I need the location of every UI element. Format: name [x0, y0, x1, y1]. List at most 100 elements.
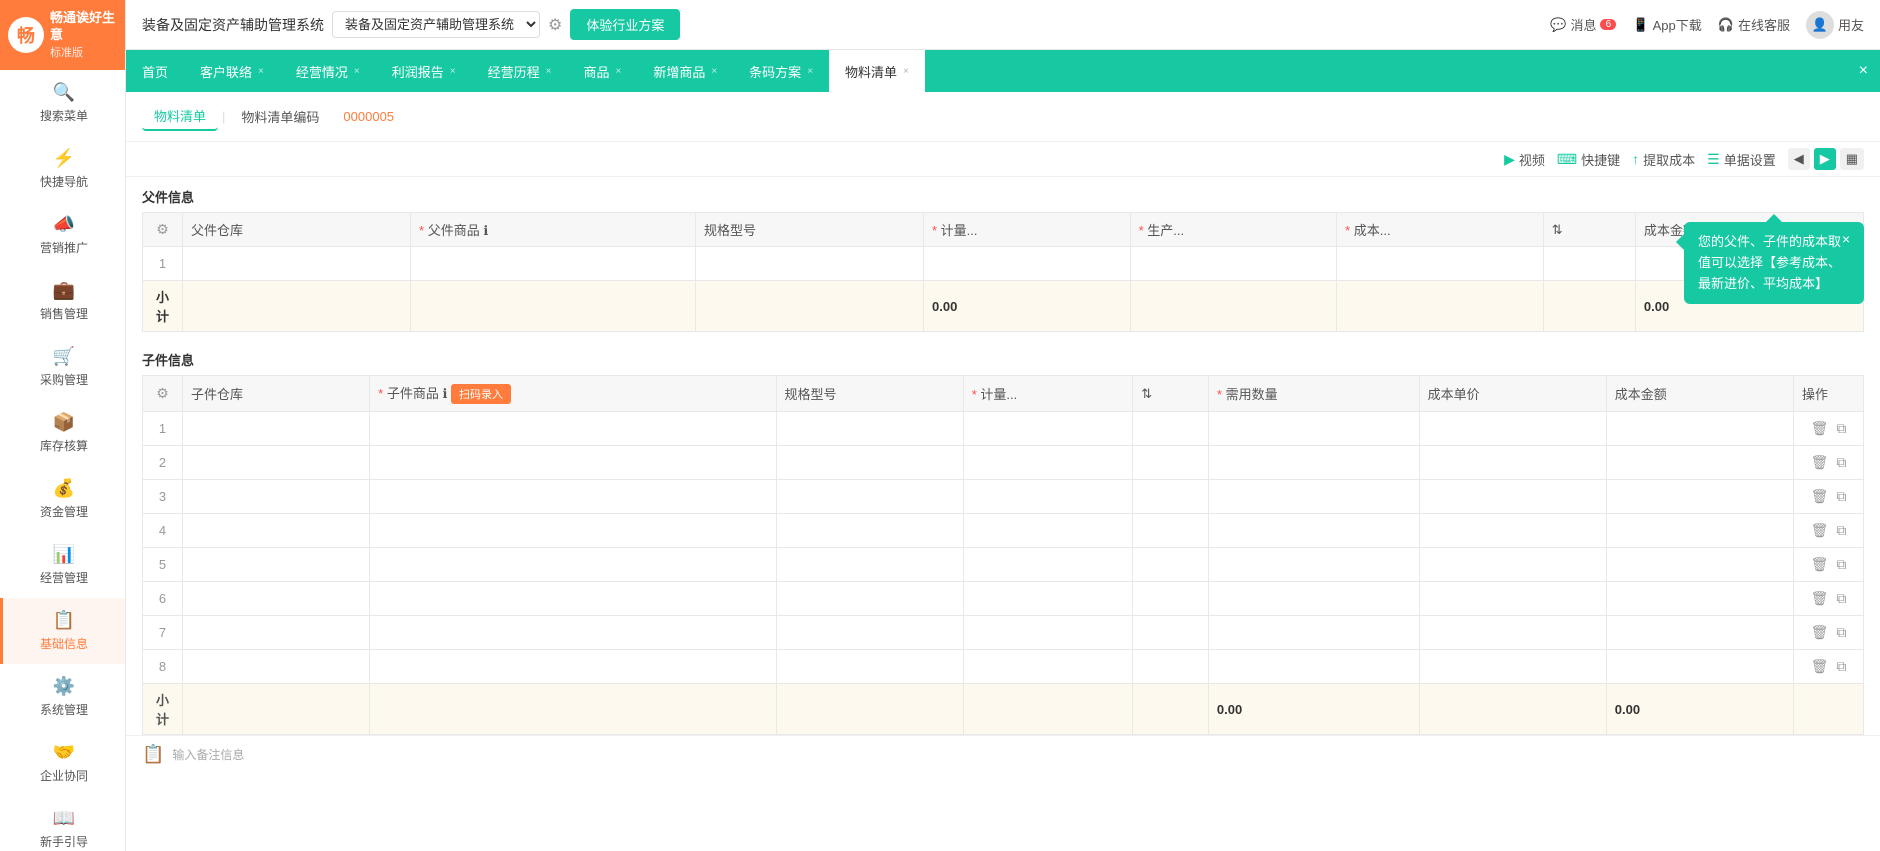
copy-icon-8[interactable]: ⧉ [1836, 658, 1846, 675]
tab-0[interactable]: 首页 [126, 50, 184, 92]
extract-cost-btn[interactable]: ↑ 提取成本 [1632, 150, 1695, 169]
child-row-goods-6[interactable] [370, 582, 776, 616]
sidebar-item-7[interactable]: 📊经营管理 [0, 532, 125, 598]
tab-close-7[interactable]: × [807, 66, 813, 77]
child-row-cost-amount-3[interactable] [1606, 480, 1793, 514]
sidebar-item-8[interactable]: 📋基础信息 [0, 598, 125, 664]
sidebar-item-0[interactable]: 🔍搜索菜单 [0, 70, 125, 136]
delete-icon-2[interactable]: 🗑 [1811, 454, 1829, 471]
child-row-qty-unit-6[interactable] [963, 582, 1133, 616]
copy-icon-1[interactable]: ⧉ [1836, 420, 1846, 437]
child-row-cost-unit-2[interactable] [1419, 446, 1606, 480]
delete-icon-4[interactable]: 🗑 [1811, 522, 1829, 539]
copy-icon-4[interactable]: ⧉ [1836, 522, 1846, 539]
child-row-goods-7[interactable] [370, 616, 776, 650]
app-download-item[interactable]: 📱 App下载 [1632, 15, 1701, 34]
child-row-cost-amount-1[interactable] [1606, 412, 1793, 446]
child-row-qty-unit-8[interactable] [963, 650, 1133, 684]
tab-5[interactable]: 商品× [567, 50, 637, 92]
child-row-cost-unit-5[interactable] [1419, 548, 1606, 582]
copy-icon-6[interactable]: ⧉ [1836, 590, 1846, 607]
child-row-warehouse-6[interactable] [183, 582, 370, 616]
tab-3[interactable]: 利润报告× [376, 50, 472, 92]
child-row-cost-unit-7[interactable] [1419, 616, 1606, 650]
sidebar-item-9[interactable]: ⚙️系统管理 [0, 664, 125, 730]
child-row-qty-unit-4[interactable] [963, 514, 1133, 548]
child-row-spec-5[interactable] [776, 548, 963, 582]
sidebar-item-2[interactable]: 📣营销推广 [0, 202, 125, 268]
copy-icon-5[interactable]: ⧉ [1836, 556, 1846, 573]
message-item[interactable]: 💬 消息 6 [1550, 15, 1616, 34]
tab-close-6[interactable]: × [711, 66, 717, 77]
child-row-goods-3[interactable] [370, 480, 776, 514]
tab-close-2[interactable]: × [354, 66, 360, 77]
child-row-needed-qty-1[interactable] [1208, 412, 1419, 446]
child-row-cost-amount-7[interactable] [1606, 616, 1793, 650]
delete-icon-7[interactable]: 🗑 [1811, 624, 1829, 641]
tab-close-5[interactable]: × [615, 66, 621, 77]
tooltip-close-btn[interactable]: × [1842, 232, 1850, 246]
child-row-goods-8[interactable] [370, 650, 776, 684]
child-row-cost-amount-6[interactable] [1606, 582, 1793, 616]
parent-row-warehouse[interactable] [183, 247, 411, 281]
child-row-warehouse-8[interactable] [183, 650, 370, 684]
video-btn[interactable]: ▶ 视频 [1504, 150, 1545, 169]
tab-2[interactable]: 经营情况× [280, 50, 376, 92]
child-row-spec-2[interactable] [776, 446, 963, 480]
child-row-warehouse-1[interactable] [183, 412, 370, 446]
child-row-goods-5[interactable] [370, 548, 776, 582]
child-row-qty-unit-2[interactable] [963, 446, 1133, 480]
parent-row-cost[interactable] [1337, 247, 1544, 281]
sidebar-item-10[interactable]: 🤝企业协同 [0, 730, 125, 796]
child-row-needed-qty-6[interactable] [1208, 582, 1419, 616]
tab-1[interactable]: 客户联络× [184, 50, 280, 92]
settings-icon[interactable]: ⚙ [548, 15, 562, 35]
child-row-spec-1[interactable] [776, 412, 963, 446]
child-row-spec-7[interactable] [776, 616, 963, 650]
delete-icon-8[interactable]: 🗑 [1811, 658, 1829, 675]
parent-row-produce[interactable] [1130, 247, 1337, 281]
copy-icon-7[interactable]: ⧉ [1836, 624, 1846, 641]
child-row-cost-unit-4[interactable] [1419, 514, 1606, 548]
tab-close-8[interactable]: × [903, 66, 909, 77]
delete-icon-3[interactable]: 🗑 [1811, 488, 1829, 505]
child-row-cost-unit-1[interactable] [1419, 412, 1606, 446]
delete-icon-6[interactable]: 🗑 [1811, 590, 1829, 607]
child-row-goods-2[interactable] [370, 446, 776, 480]
tab-bar-close[interactable]: × [1847, 62, 1880, 80]
parent-row-qty-unit[interactable] [924, 247, 1131, 281]
child-row-needed-qty-2[interactable] [1208, 446, 1419, 480]
tab-6[interactable]: 新增商品× [637, 50, 733, 92]
delete-icon-1[interactable]: 🗑 [1811, 420, 1829, 437]
child-row-cost-unit-6[interactable] [1419, 582, 1606, 616]
child-row-warehouse-5[interactable] [183, 548, 370, 582]
delete-icon-5[interactable]: 🗑 [1811, 556, 1829, 573]
sidebar-item-5[interactable]: 📦库存核算 [0, 400, 125, 466]
sub-tab-bom-code[interactable]: 物料清单编码 [229, 103, 331, 130]
child-row-cost-amount-2[interactable] [1606, 446, 1793, 480]
sidebar-item-3[interactable]: 💼销售管理 [0, 268, 125, 334]
child-row-needed-qty-4[interactable] [1208, 514, 1419, 548]
child-row-spec-6[interactable] [776, 582, 963, 616]
system-select[interactable]: 装备及固定资产辅助管理系统 [332, 11, 540, 38]
child-row-warehouse-4[interactable] [183, 514, 370, 548]
child-row-spec-3[interactable] [776, 480, 963, 514]
child-row-spec-4[interactable] [776, 514, 963, 548]
child-gear-btn[interactable]: ⚙ [156, 385, 169, 402]
tab-7[interactable]: 条码方案× [733, 50, 829, 92]
child-row-cost-unit-3[interactable] [1419, 480, 1606, 514]
sidebar-item-1[interactable]: ⚡快捷导航 [0, 136, 125, 202]
notes-placeholder[interactable]: 输入备注信息 [172, 746, 244, 763]
shortcut-btn[interactable]: ⌨ 快捷键 [1557, 150, 1620, 169]
parent-row-spec[interactable] [695, 247, 923, 281]
child-row-cost-unit-8[interactable] [1419, 650, 1606, 684]
child-row-warehouse-2[interactable] [183, 446, 370, 480]
child-row-goods-1[interactable] [370, 412, 776, 446]
child-row-qty-unit-5[interactable] [963, 548, 1133, 582]
child-row-cost-amount-8[interactable] [1606, 650, 1793, 684]
parent-row-goods[interactable] [411, 247, 696, 281]
child-row-spec-8[interactable] [776, 650, 963, 684]
online-service-item[interactable]: 🎧 在线客服 [1718, 15, 1790, 34]
child-row-cost-amount-4[interactable] [1606, 514, 1793, 548]
tab-close-1[interactable]: × [258, 66, 264, 77]
